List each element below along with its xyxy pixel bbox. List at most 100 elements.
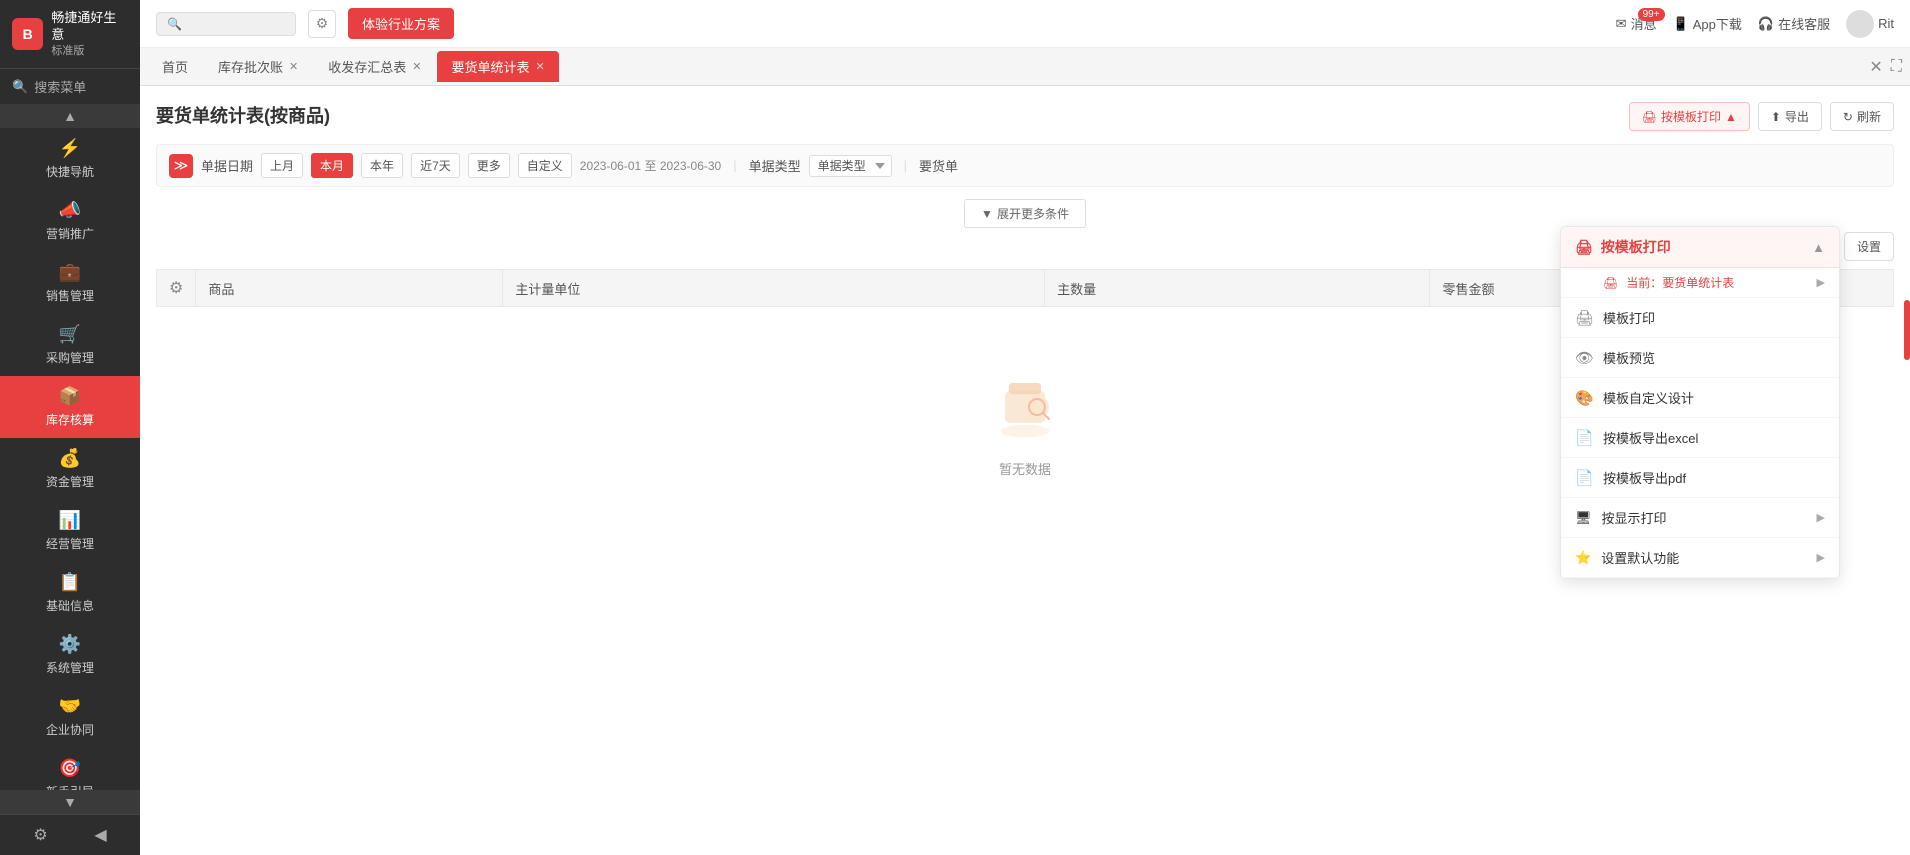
empty-illustration xyxy=(985,367,1065,447)
sidebar-scroll-down[interactable]: ▼ xyxy=(0,790,140,814)
chevron-down-icon: ▼ xyxy=(981,207,993,221)
display-print-chevron: ▶ xyxy=(1817,511,1825,524)
sidebar-settings-icon[interactable]: ⚙ xyxy=(33,825,47,845)
print-template-button[interactable]: 🖨 按模板打印 ▲ xyxy=(1629,102,1750,131)
export-button[interactable]: ⬆ 导出 xyxy=(1758,102,1822,131)
refresh-button[interactable]: ↻ 刷新 xyxy=(1830,102,1894,131)
template-pdf-item[interactable]: 📄 按模板导出pdf xyxy=(1561,458,1839,498)
tab-collection-summary[interactable]: 收发存汇总表 ✕ xyxy=(314,51,435,82)
chevron-up-panel-icon[interactable]: ▲ xyxy=(1812,240,1825,255)
sidebar-item-inventory[interactable]: 📦 库存核算 xyxy=(0,376,140,438)
col-header-quantity: 主数量 xyxy=(1045,270,1430,307)
topbar-search-input[interactable] xyxy=(186,17,286,31)
sidebar-scroll-up[interactable]: ▲ xyxy=(0,104,140,128)
order-label: 要货单 xyxy=(919,156,958,175)
tab-home[interactable]: 首页 xyxy=(148,51,202,82)
industry-solution-button[interactable]: 体验行业方案 xyxy=(348,8,454,39)
cooperation-icon: 🤝 xyxy=(59,696,81,717)
sidebar-item-quick-nav[interactable]: ⚡ 快捷导航 xyxy=(0,128,140,190)
col-header-unit: 主计量单位 xyxy=(503,270,1045,307)
close-tab-order-statistics[interactable]: ✕ xyxy=(536,60,545,73)
user-avatar[interactable]: Rit xyxy=(1846,10,1894,38)
last-7-days-button[interactable]: 近7天 xyxy=(411,153,460,178)
current-template-icon: 🖨 xyxy=(1603,276,1618,290)
this-year-button[interactable]: 本年 xyxy=(361,153,403,178)
refresh-icon: ↻ xyxy=(1843,110,1853,124)
main-area: 🔍 ⚙ 体验行业方案 ✉ 消息 99+ 📱 App下载 🎧 在线客服 Rit xyxy=(140,0,1910,855)
sidebar-item-guide[interactable]: 🎯 新手引导 xyxy=(0,748,140,790)
basic-icon: 📋 xyxy=(59,572,81,593)
sidebar-item-system[interactable]: ⚙️ 系统管理 xyxy=(0,624,140,686)
dropdown-title: 🖨 按模板打印 xyxy=(1575,237,1671,257)
display-print-item[interactable]: 🖥 按显示打印 ▶ xyxy=(1561,498,1839,538)
sidebar-item-marketing[interactable]: 📣 营销推广 xyxy=(0,190,140,252)
default-func-item[interactable]: ⭐ 设置默认功能 ▶ xyxy=(1561,538,1839,578)
topbar-settings-button[interactable]: ⚙ xyxy=(308,10,336,38)
template-preview-item[interactable]: 👁 模板预览 xyxy=(1561,338,1839,378)
finance-icon: 💰 xyxy=(59,448,81,469)
empty-text: 暂无数据 xyxy=(999,459,1051,478)
expand-more-button[interactable]: ▼ 展开更多条件 xyxy=(964,199,1086,228)
template-print-icon: 🖨 xyxy=(1575,309,1593,327)
message-button[interactable]: ✉ 消息 99+ xyxy=(1616,14,1657,33)
sidebar-search[interactable]: 🔍 搜索菜单 xyxy=(0,69,140,104)
topbar-search-icon: 🔍 xyxy=(167,17,182,31)
sidebar-item-purchase[interactable]: 🛒 采购管理 xyxy=(0,314,140,376)
guide-icon: 🎯 xyxy=(59,758,81,779)
inventory-icon: 📦 xyxy=(59,386,81,407)
close-tab-inventory-batch[interactable]: ✕ xyxy=(289,60,298,73)
dropdown-header: 🖨 按模板打印 ▲ xyxy=(1561,227,1839,268)
maximize-button[interactable]: ⛶ xyxy=(1891,57,1902,77)
logo-icon: B xyxy=(12,18,43,50)
table-column-settings-button[interactable]: ⚙ xyxy=(169,278,183,298)
tab-inventory-batch[interactable]: 库存批次账 ✕ xyxy=(204,51,312,82)
sidebar-item-sales[interactable]: 💼 销售管理 xyxy=(0,252,140,314)
print-icon: 🖨 xyxy=(1642,110,1657,124)
date-range-display: 2023-06-01 至 2023-06-30 xyxy=(580,157,721,174)
content-actions: 🖨 按模板打印 ▲ ⬆ 导出 ↻ 刷新 xyxy=(1629,102,1894,131)
sidebar-item-basic[interactable]: 📋 基础信息 xyxy=(0,562,140,624)
chevron-up-icon: ▲ xyxy=(1725,110,1737,124)
purchase-icon: 🛒 xyxy=(59,324,81,345)
last-month-button[interactable]: 上月 xyxy=(261,153,303,178)
filter-expand-button[interactable]: ≫ xyxy=(169,154,193,178)
topbar: 🔍 ⚙ 体验行业方案 ✉ 消息 99+ 📱 App下载 🎧 在线客服 Rit xyxy=(140,0,1910,48)
search-icon: 🔍 xyxy=(12,79,28,95)
more-dates-button[interactable]: 更多 xyxy=(468,153,510,178)
tab-order-statistics[interactable]: 要货单统计表 ✕ xyxy=(437,51,558,82)
operation-icon: 📊 xyxy=(59,510,81,531)
sales-icon: 💼 xyxy=(59,262,81,283)
marketing-icon: 📣 xyxy=(59,200,81,221)
sidebar-collapse-icon[interactable]: ◀ xyxy=(94,825,106,845)
sidebar-item-finance[interactable]: 💰 资金管理 xyxy=(0,438,140,500)
print-dropdown-panel: 🖨 按模板打印 ▲ 🖨 当前：要货单统计表 ▶ 🖨 模板打印 👁 xyxy=(1560,226,1840,579)
close-tab-collection-summary[interactable]: ✕ xyxy=(412,60,421,73)
close-all-tabs-button[interactable]: ✕ xyxy=(1869,57,1882,77)
template-custom-item[interactable]: 🎨 模板自定义设计 xyxy=(1561,378,1839,418)
date-label: 单据日期 xyxy=(201,156,253,175)
settings-button[interactable]: 设置 xyxy=(1844,232,1894,261)
template-excel-item[interactable]: 📄 按模板导出excel xyxy=(1561,418,1839,458)
app-download-button[interactable]: 📱 App下载 xyxy=(1673,14,1742,33)
print-panel-icon: 🖨 xyxy=(1575,239,1593,256)
this-month-button[interactable]: 本月 xyxy=(311,153,353,178)
template-preview-icon: 👁 xyxy=(1575,349,1593,367)
scroll-thumb[interactable] xyxy=(1904,300,1910,360)
template-custom-icon: 🎨 xyxy=(1575,389,1593,407)
chevron-right-icon: ▶ xyxy=(1817,276,1825,289)
order-type-select[interactable]: 单据类型 xyxy=(809,155,892,177)
dropdown-controls: ▲ xyxy=(1812,240,1825,255)
online-service-button[interactable]: 🎧 在线客服 xyxy=(1758,14,1830,33)
custom-date-button[interactable]: 自定义 xyxy=(518,153,572,178)
display-print-icon: 🖥 xyxy=(1575,510,1592,526)
sidebar-item-operation[interactable]: 📊 经营管理 xyxy=(0,500,140,562)
export-icon: ⬆ xyxy=(1771,110,1781,124)
default-func-icon: ⭐ xyxy=(1575,550,1591,566)
template-print-item[interactable]: 🖨 模板打印 xyxy=(1561,298,1839,338)
topbar-search-box[interactable]: 🔍 xyxy=(156,12,296,36)
current-template-item[interactable]: 🖨 当前：要货单统计表 ▶ xyxy=(1561,268,1839,298)
sidebar-item-cooperation[interactable]: 🤝 企业协同 xyxy=(0,686,140,748)
topbar-right: ✉ 消息 99+ 📱 App下载 🎧 在线客服 Rit xyxy=(1616,10,1894,38)
default-func-chevron: ▶ xyxy=(1817,551,1825,564)
message-badge: 99+ xyxy=(1638,8,1665,21)
